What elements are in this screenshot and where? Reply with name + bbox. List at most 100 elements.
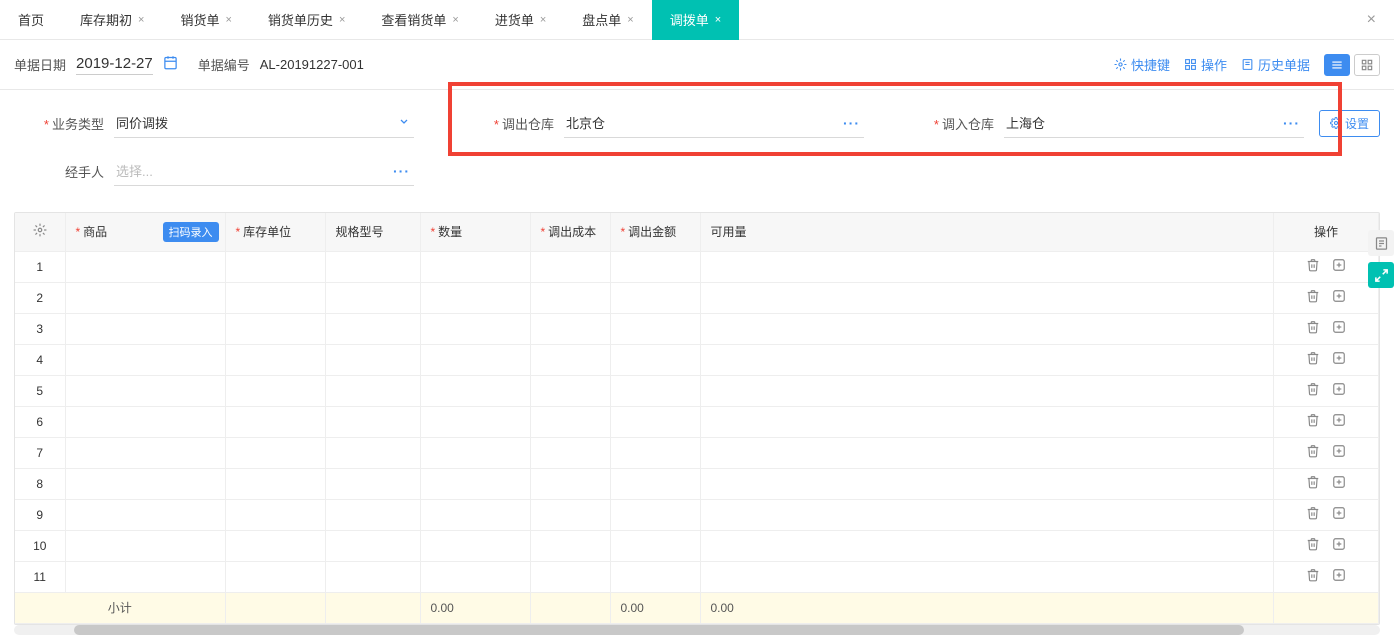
cell-spec[interactable] xyxy=(325,499,420,530)
cell-cost[interactable] xyxy=(530,313,610,344)
cell-qty[interactable] xyxy=(420,282,530,313)
tab-stocktake[interactable]: 盘点单× xyxy=(564,0,651,40)
close-icon[interactable]: × xyxy=(225,14,231,26)
scan-entry-button[interactable]: 扫码录入 xyxy=(163,222,219,242)
cell-product[interactable] xyxy=(65,437,225,468)
table-row[interactable]: 8 xyxy=(15,468,1379,499)
cell-product[interactable] xyxy=(65,313,225,344)
cell-avail[interactable] xyxy=(700,282,1274,313)
table-row[interactable]: 6 xyxy=(15,406,1379,437)
cell-amount[interactable] xyxy=(610,499,700,530)
cell-qty[interactable] xyxy=(420,499,530,530)
cell-unit[interactable] xyxy=(225,437,325,468)
add-row-button[interactable] xyxy=(1332,320,1346,337)
cell-amount[interactable] xyxy=(610,530,700,561)
cell-cost[interactable] xyxy=(530,282,610,313)
cell-cost[interactable] xyxy=(530,251,610,282)
history-button[interactable]: 历史单据 xyxy=(1241,55,1310,74)
cell-product[interactable] xyxy=(65,530,225,561)
biz-type-select[interactable]: 同价调拨 xyxy=(114,108,414,138)
cell-avail[interactable] xyxy=(700,313,1274,344)
close-icon[interactable]: × xyxy=(715,14,721,26)
cell-avail[interactable] xyxy=(700,499,1274,530)
horizontal-scrollbar[interactable] xyxy=(14,625,1380,635)
add-row-button[interactable] xyxy=(1332,382,1346,399)
cell-qty[interactable] xyxy=(420,561,530,592)
cell-spec[interactable] xyxy=(325,282,420,313)
cell-cost[interactable] xyxy=(530,406,610,437)
table-row[interactable]: 2 xyxy=(15,282,1379,313)
add-row-button[interactable] xyxy=(1332,568,1346,585)
cell-cost[interactable] xyxy=(530,344,610,375)
delete-row-button[interactable] xyxy=(1306,258,1320,275)
cell-unit[interactable] xyxy=(225,530,325,561)
handler-select[interactable]: 选择... xyxy=(114,156,414,186)
cell-amount[interactable] xyxy=(610,561,700,592)
cell-product[interactable] xyxy=(65,561,225,592)
cell-product[interactable] xyxy=(65,282,225,313)
cell-amount[interactable] xyxy=(610,251,700,282)
cell-amount[interactable] xyxy=(610,375,700,406)
cell-avail[interactable] xyxy=(700,530,1274,561)
cell-unit[interactable] xyxy=(225,406,325,437)
tab-home[interactable]: 首页 xyxy=(0,0,62,40)
delete-row-button[interactable] xyxy=(1306,351,1320,368)
grid-view-button[interactable] xyxy=(1354,54,1380,76)
more-icon[interactable]: ··· xyxy=(393,163,410,179)
in-warehouse-select[interactable]: 上海仓 xyxy=(1004,108,1304,138)
delete-row-button[interactable] xyxy=(1306,537,1320,554)
date-value[interactable]: 2019-12-27 xyxy=(76,55,153,75)
cell-avail[interactable] xyxy=(700,344,1274,375)
delete-row-button[interactable] xyxy=(1306,506,1320,523)
table-row[interactable]: 1 xyxy=(15,251,1379,282)
tab-purchase[interactable]: 进货单× xyxy=(477,0,564,40)
calendar-icon[interactable] xyxy=(163,55,178,74)
add-row-button[interactable] xyxy=(1332,537,1346,554)
cell-product[interactable] xyxy=(65,499,225,530)
delete-row-button[interactable] xyxy=(1306,475,1320,492)
add-row-button[interactable] xyxy=(1332,258,1346,275)
cell-unit[interactable] xyxy=(225,344,325,375)
more-icon[interactable]: ··· xyxy=(843,115,860,131)
cell-qty[interactable] xyxy=(420,251,530,282)
close-icon[interactable]: × xyxy=(138,14,144,26)
cell-cost[interactable] xyxy=(530,468,610,499)
table-row[interactable]: 10 xyxy=(15,530,1379,561)
cell-cost[interactable] xyxy=(530,499,610,530)
cell-qty[interactable] xyxy=(420,313,530,344)
cell-qty[interactable] xyxy=(420,344,530,375)
cell-avail[interactable] xyxy=(700,468,1274,499)
cell-spec[interactable] xyxy=(325,313,420,344)
table-row[interactable]: 4 xyxy=(15,344,1379,375)
cell-cost[interactable] xyxy=(530,561,610,592)
cell-unit[interactable] xyxy=(225,251,325,282)
add-row-button[interactable] xyxy=(1332,413,1346,430)
tab-sales-history[interactable]: 销货单历史× xyxy=(250,0,363,40)
cell-unit[interactable] xyxy=(225,282,325,313)
cell-avail[interactable] xyxy=(700,437,1274,468)
tab-inventory-init[interactable]: 库存期初× xyxy=(62,0,162,40)
cell-spec[interactable] xyxy=(325,251,420,282)
close-icon[interactable]: × xyxy=(627,14,633,26)
cell-qty[interactable] xyxy=(420,375,530,406)
table-settings-button[interactable] xyxy=(15,213,65,251)
chevron-down-icon[interactable] xyxy=(398,116,410,131)
cell-qty[interactable] xyxy=(420,530,530,561)
cell-product[interactable] xyxy=(65,468,225,499)
cell-product[interactable] xyxy=(65,344,225,375)
add-row-button[interactable] xyxy=(1332,444,1346,461)
operate-button[interactable]: 操作 xyxy=(1184,55,1227,74)
cell-spec[interactable] xyxy=(325,561,420,592)
table-row[interactable]: 11 xyxy=(15,561,1379,592)
add-row-button[interactable] xyxy=(1332,475,1346,492)
cell-amount[interactable] xyxy=(610,406,700,437)
close-icon[interactable]: × xyxy=(452,14,458,26)
cell-unit[interactable] xyxy=(225,468,325,499)
delete-row-button[interactable] xyxy=(1306,320,1320,337)
cell-cost[interactable] xyxy=(530,530,610,561)
cell-amount[interactable] xyxy=(610,313,700,344)
cell-unit[interactable] xyxy=(225,313,325,344)
out-warehouse-select[interactable]: 北京仓 xyxy=(564,108,864,138)
delete-row-button[interactable] xyxy=(1306,568,1320,585)
cell-amount[interactable] xyxy=(610,468,700,499)
